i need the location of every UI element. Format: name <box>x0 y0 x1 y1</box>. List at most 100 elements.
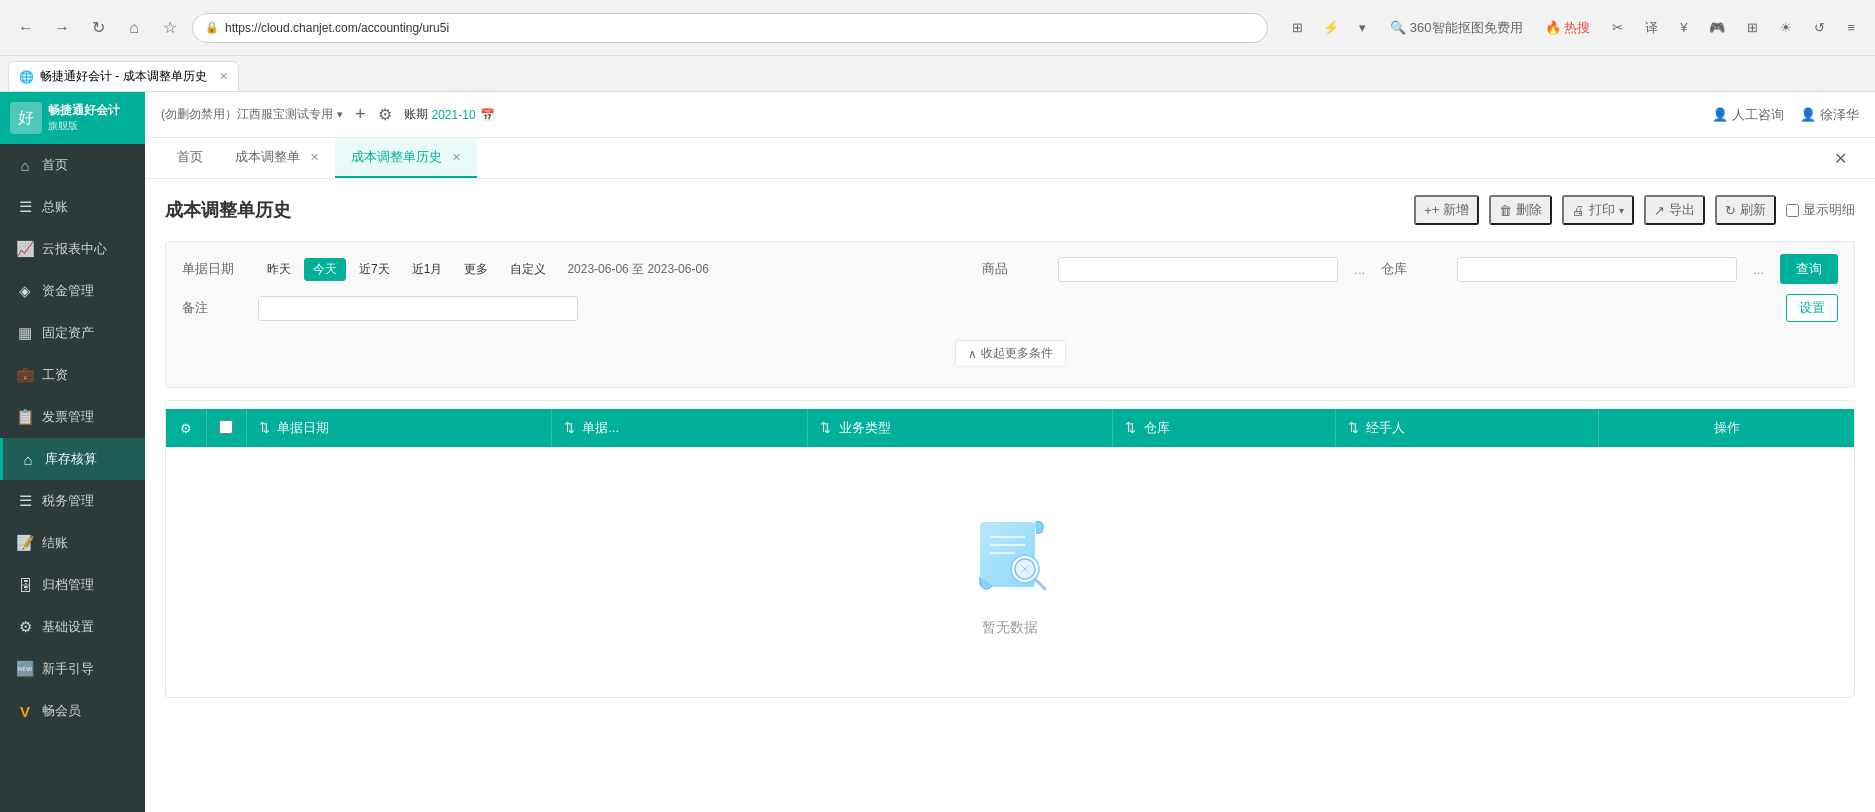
sidebar-item-invoice[interactable]: 📋 发票管理 <box>0 396 145 438</box>
empty-state-text: 暂无数据 <box>982 619 1038 637</box>
sidebar-item-tax[interactable]: ☰ 税务管理 <box>0 480 145 522</box>
query-button[interactable]: 查询 <box>1780 254 1838 284</box>
col-checkbox-header[interactable] <box>206 409 246 447</box>
app-logo[interactable]: 好 畅捷通好会计 旗舰版 <box>0 92 145 144</box>
sidebar-item-fixed-assets[interactable]: ▦ 固定资产 <box>0 312 145 354</box>
collapse-button[interactable]: ∧ 收起更多条件 <box>955 340 1066 367</box>
tab-title: 畅捷通好会计 - 成本调整单历史 <box>40 68 207 85</box>
tab-close-icon[interactable]: ✕ <box>219 70 228 83</box>
delete-button[interactable]: 🗑 删除 <box>1489 195 1552 225</box>
sidebar-item-label: 工资 <box>42 366 68 384</box>
data-table: ⚙ ⇅ 单据日期 ⇅ 单据... <box>166 409 1854 697</box>
display-cols-checkbox[interactable] <box>1786 204 1799 217</box>
display-cols-toggle[interactable]: 显示明细 <box>1786 201 1855 219</box>
sidebar-item-reports[interactable]: 📈 云报表中心 <box>0 228 145 270</box>
tab-bar-close-all[interactable]: ✕ <box>1822 149 1859 168</box>
sidebar-item-member[interactable]: V 畅会员 <box>0 690 145 732</box>
service-label: 人工咨询 <box>1732 106 1784 124</box>
add-company-button[interactable]: + <box>355 104 366 125</box>
settings-outline-button[interactable]: 设置 <box>1786 294 1838 322</box>
browser-tool-apps[interactable]: ⊞ <box>1284 16 1311 39</box>
undo-tool[interactable]: ↺ <box>1806 16 1833 39</box>
sidebar-item-guide[interactable]: 🆕 新手引导 <box>0 648 145 690</box>
url-text: https://cloud.chanjet.com/accounting/uru… <box>225 21 449 35</box>
svg-line-6 <box>1035 579 1045 589</box>
left-nav: 好 畅捷通好会计 旗舰版 ⌂ 首页 ☰ 总账 📈 云报表中心 ◈ 资金管理 ▦ … <box>0 92 145 812</box>
sidebar-item-archive[interactable]: 🗄 归档管理 <box>0 564 145 606</box>
forward-button[interactable]: → <box>48 14 76 42</box>
sidebar-item-home[interactable]: ⌂ 首页 <box>0 144 145 186</box>
bookmark-button[interactable]: ☆ <box>156 14 184 42</box>
refresh-button[interactable]: ↻ <box>84 14 112 42</box>
browser-tab-bar: 🌐 畅捷通好会计 - 成本调整单历史 ✕ <box>0 56 1875 92</box>
refresh-button[interactable]: ↻ 刷新 <box>1715 195 1776 225</box>
date-7days-btn[interactable]: 近7天 <box>350 258 399 281</box>
user-avatar-button[interactable]: 👤 徐泽华 <box>1800 106 1859 124</box>
new-button[interactable]: + + 新增 <box>1414 195 1479 225</box>
date-more-btn[interactable]: 更多 <box>455 258 497 281</box>
tab-home[interactable]: 首页 <box>161 138 219 178</box>
address-bar[interactable]: 🔒 https://cloud.chanjet.com/accounting/u… <box>192 13 1268 43</box>
col-warehouse-header[interactable]: ⇅ 仓库 <box>1113 409 1335 447</box>
period-selector[interactable]: 账期 2021-10 📅 <box>404 106 495 123</box>
warehouse-more-btn[interactable]: ... <box>1753 262 1764 277</box>
close-all-icon[interactable]: ✕ <box>1822 149 1859 168</box>
date-custom-btn[interactable]: 自定义 <box>501 258 555 281</box>
scissors-tool[interactable]: ✂ <box>1604 16 1631 39</box>
home-button[interactable]: ⌂ <box>120 14 148 42</box>
settings-gear-icon[interactable]: ⚙ <box>378 105 392 124</box>
col-date-header[interactable]: ⇅ 单据日期 <box>246 409 551 447</box>
browser-chrome: ← → ↻ ⌂ ☆ 🔒 https://cloud.chanjet.com/ac… <box>0 0 1875 56</box>
browser-tool-lightning[interactable]: ⚡ <box>1315 16 1347 39</box>
sidebar-item-label: 基础设置 <box>42 618 94 636</box>
col-settings-header[interactable]: ⚙ <box>166 409 206 447</box>
col-number-header[interactable]: ⇅ 单据... <box>551 409 808 447</box>
tab-cost-adjust-history[interactable]: 成本调整单历史 ✕ <box>335 138 477 178</box>
translate-tool[interactable]: 译 <box>1637 15 1666 41</box>
sidebar-item-payroll[interactable]: 💼 工资 <box>0 354 145 396</box>
browser-page-tab[interactable]: 🌐 畅捷通好会计 - 成本调整单历史 ✕ <box>8 61 239 91</box>
sidebar-item-label: 税务管理 <box>42 492 94 510</box>
goods-more-btn[interactable]: ... <box>1354 262 1365 277</box>
sidebar-item-funds[interactable]: ◈ 资金管理 <box>0 270 145 312</box>
wallet-tool[interactable]: ¥ <box>1672 16 1695 39</box>
sun-tool[interactable]: ☀ <box>1772 16 1800 39</box>
sidebar-item-label: 新手引导 <box>42 660 94 678</box>
game-tool[interactable]: 🎮 <box>1701 16 1733 39</box>
sidebar-item-ledger[interactable]: ☰ 总账 <box>0 186 145 228</box>
print-dropdown[interactable]: 🖨 打印 ▾ <box>1562 195 1634 225</box>
filter-row-remark: 备注 设置 <box>182 294 1838 322</box>
tab-cost-adjust[interactable]: 成本调整单 ✕ <box>219 138 335 178</box>
hot-search-button[interactable]: 🔥 热搜 <box>1537 15 1599 41</box>
goods-input[interactable] <box>1058 257 1338 282</box>
col-date-sort-icon: ⇅ <box>259 420 270 435</box>
back-button[interactable]: ← <box>12 14 40 42</box>
logo-icon: 好 <box>10 102 42 134</box>
customer-service-button[interactable]: 👤 人工咨询 <box>1712 106 1784 124</box>
export-button[interactable]: ↗ 导出 <box>1644 195 1705 225</box>
print-button[interactable]: 🖨 打印 ▾ <box>1562 195 1634 225</box>
remark-input[interactable] <box>258 296 578 321</box>
menu-tool[interactable]: ≡ <box>1839 16 1863 39</box>
inventory-icon: ⌂ <box>19 451 37 468</box>
goods-label: 商品 <box>982 260 1042 278</box>
warehouse-input[interactable] <box>1457 257 1737 282</box>
date-yesterday-btn[interactable]: 昨天 <box>258 258 300 281</box>
col-operator-header[interactable]: ⇅ 经手人 <box>1335 409 1599 447</box>
goods-filter: 商品 ... 仓库 ... 查询 <box>982 254 1838 284</box>
search-360-button[interactable]: 🔍 360智能抠图免费用 <box>1382 15 1530 41</box>
sidebar-item-closing[interactable]: 📝 结账 <box>0 522 145 564</box>
sidebar-item-inventory[interactable]: ⌂ 库存核算 <box>0 438 145 480</box>
sidebar-item-settings[interactable]: ⚙ 基础设置 <box>0 606 145 648</box>
col-biztype-header[interactable]: ⇅ 业务类型 <box>808 409 1113 447</box>
company-selector[interactable]: (勿删勿禁用）江西服宝测试专用 ▾ <box>161 106 343 123</box>
page-title-bar: 成本调整单历史 + + 新增 🗑 删除 🖨 打印 ▾ <box>165 195 1855 225</box>
tab-cost-adjust-history-close[interactable]: ✕ <box>452 151 461 164</box>
reports-icon: 📈 <box>16 240 34 258</box>
date-today-btn[interactable]: 今天 <box>304 258 346 281</box>
date-1month-btn[interactable]: 近1月 <box>403 258 452 281</box>
grid-tool[interactable]: ⊞ <box>1739 16 1766 39</box>
browser-tool-dropdown[interactable]: ▾ <box>1351 16 1374 39</box>
select-all-checkbox[interactable] <box>219 420 233 434</box>
tab-cost-adjust-close[interactable]: ✕ <box>310 151 319 164</box>
